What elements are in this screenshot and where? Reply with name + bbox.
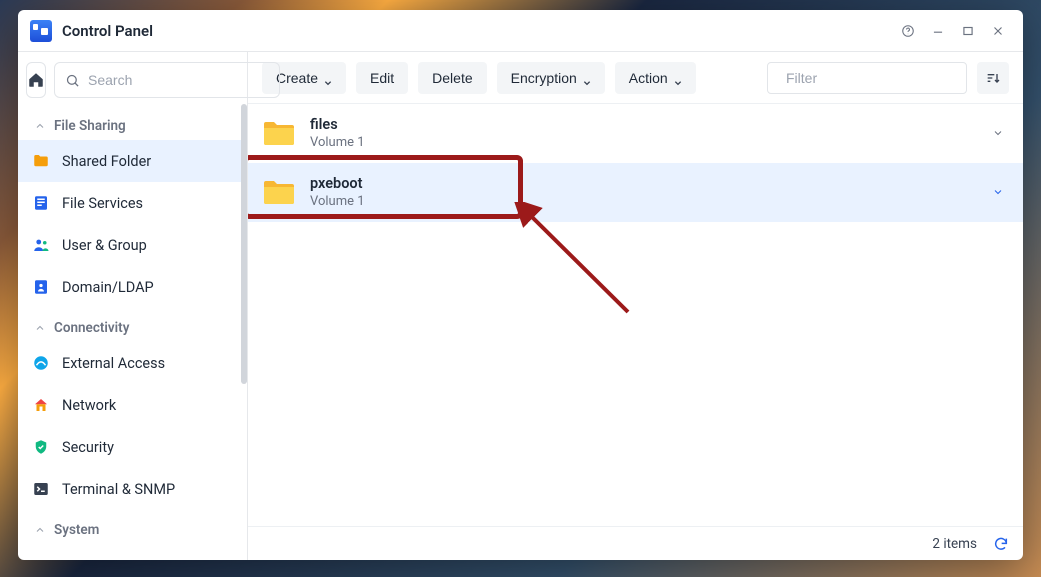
close-button[interactable] — [983, 16, 1013, 46]
sidebar-item-label: External Access — [62, 355, 165, 372]
button-label: Create — [276, 70, 318, 86]
statusbar: 2 items — [248, 526, 1023, 560]
folder-location: Volume 1 — [310, 135, 989, 150]
chevron-down-icon — [992, 127, 1004, 139]
folder-name: files — [310, 116, 989, 133]
chevron-down-icon — [992, 186, 1004, 198]
window-title: Control Panel — [62, 22, 153, 40]
action-button[interactable]: Action — [615, 62, 696, 94]
section-system[interactable]: System — [18, 510, 247, 544]
sidebar-nav: File Sharing Shared Folder File Services — [18, 106, 247, 560]
help-button[interactable] — [893, 16, 923, 46]
sort-button[interactable] — [977, 62, 1009, 94]
button-label: Delete — [432, 70, 472, 86]
section-label: Connectivity — [54, 320, 129, 336]
sidebar: File Sharing Shared Folder File Services — [18, 52, 248, 560]
domain-ldap-icon — [32, 278, 50, 296]
section-label: System — [54, 522, 99, 538]
app-icon — [30, 20, 52, 42]
encryption-button[interactable]: Encryption — [497, 62, 605, 94]
sidebar-item-network[interactable]: Network — [18, 384, 247, 426]
sidebar-item-label: Security — [62, 439, 114, 456]
maximize-button[interactable] — [953, 16, 983, 46]
list-item[interactable]: files Volume 1 — [248, 104, 1023, 163]
caret-down-icon — [674, 74, 682, 82]
button-label: Action — [629, 70, 668, 86]
chevron-up-icon — [34, 120, 46, 132]
refresh-icon — [993, 536, 1009, 552]
folder-icon — [258, 171, 300, 213]
list-item[interactable]: pxeboot Volume 1 — [248, 163, 1023, 222]
button-label: Encryption — [511, 70, 577, 86]
sidebar-item-user-group[interactable]: User & Group — [18, 224, 247, 266]
titlebar: Control Panel — [18, 10, 1023, 52]
section-file-sharing[interactable]: File Sharing — [18, 106, 247, 140]
button-label: Edit — [370, 70, 394, 86]
delete-button[interactable]: Delete — [418, 62, 486, 94]
external-access-icon — [32, 354, 50, 372]
chevron-up-icon — [34, 524, 46, 536]
chevron-up-icon — [34, 322, 46, 334]
sort-icon — [985, 70, 1001, 86]
search-input[interactable] — [88, 72, 269, 88]
shield-icon — [32, 438, 50, 456]
window-body: File Sharing Shared Folder File Services — [18, 52, 1023, 560]
folder-list: files Volume 1 pxeboot Volume 1 — [248, 104, 1023, 526]
section-label: File Sharing — [54, 118, 126, 134]
caret-down-icon — [324, 74, 332, 82]
terminal-icon — [32, 480, 50, 498]
sidebar-item-label: File Services — [62, 195, 143, 212]
section-connectivity[interactable]: Connectivity — [18, 308, 247, 342]
file-services-icon — [32, 194, 50, 212]
folder-location: Volume 1 — [310, 194, 989, 209]
caret-down-icon — [583, 74, 591, 82]
folder-name: pxeboot — [310, 175, 989, 192]
refresh-button[interactable] — [989, 532, 1013, 556]
sidebar-scrollbar[interactable] — [241, 104, 247, 560]
sidebar-item-label: Network — [62, 397, 116, 414]
control-panel-window: Control Panel — [18, 10, 1023, 560]
search-icon — [65, 73, 80, 88]
sidebar-item-label: User & Group — [62, 237, 147, 254]
shared-folder-icon — [32, 152, 50, 170]
item-count: 2 items — [932, 536, 977, 552]
sidebar-search[interactable] — [54, 62, 280, 98]
sidebar-item-label: Terminal & SNMP — [62, 481, 175, 498]
minimize-button[interactable] — [923, 16, 953, 46]
expand-toggle[interactable] — [989, 183, 1007, 201]
toolbar: Create Edit Delete Encryption Action — [248, 52, 1023, 104]
main-panel: Create Edit Delete Encryption Action — [248, 52, 1023, 560]
sidebar-item-domain-ldap[interactable]: Domain/LDAP — [18, 266, 247, 308]
filter-box[interactable] — [767, 62, 967, 94]
edit-button[interactable]: Edit — [356, 62, 408, 94]
sidebar-item-security[interactable]: Security — [18, 426, 247, 468]
sidebar-item-terminal-snmp[interactable]: Terminal & SNMP — [18, 468, 247, 510]
user-group-icon — [32, 236, 50, 254]
sidebar-item-shared-folder[interactable]: Shared Folder — [18, 140, 247, 182]
folder-icon — [258, 112, 300, 154]
sidebar-item-label: Domain/LDAP — [62, 279, 154, 296]
sidebar-item-external-access[interactable]: External Access — [18, 342, 247, 384]
sidebar-item-label: Shared Folder — [62, 153, 151, 170]
sidebar-item-file-services[interactable]: File Services — [18, 182, 247, 224]
expand-toggle[interactable] — [989, 124, 1007, 142]
filter-input[interactable] — [786, 70, 967, 86]
network-icon — [32, 396, 50, 414]
sidebar-top-row — [18, 52, 247, 106]
home-button[interactable] — [26, 62, 46, 98]
